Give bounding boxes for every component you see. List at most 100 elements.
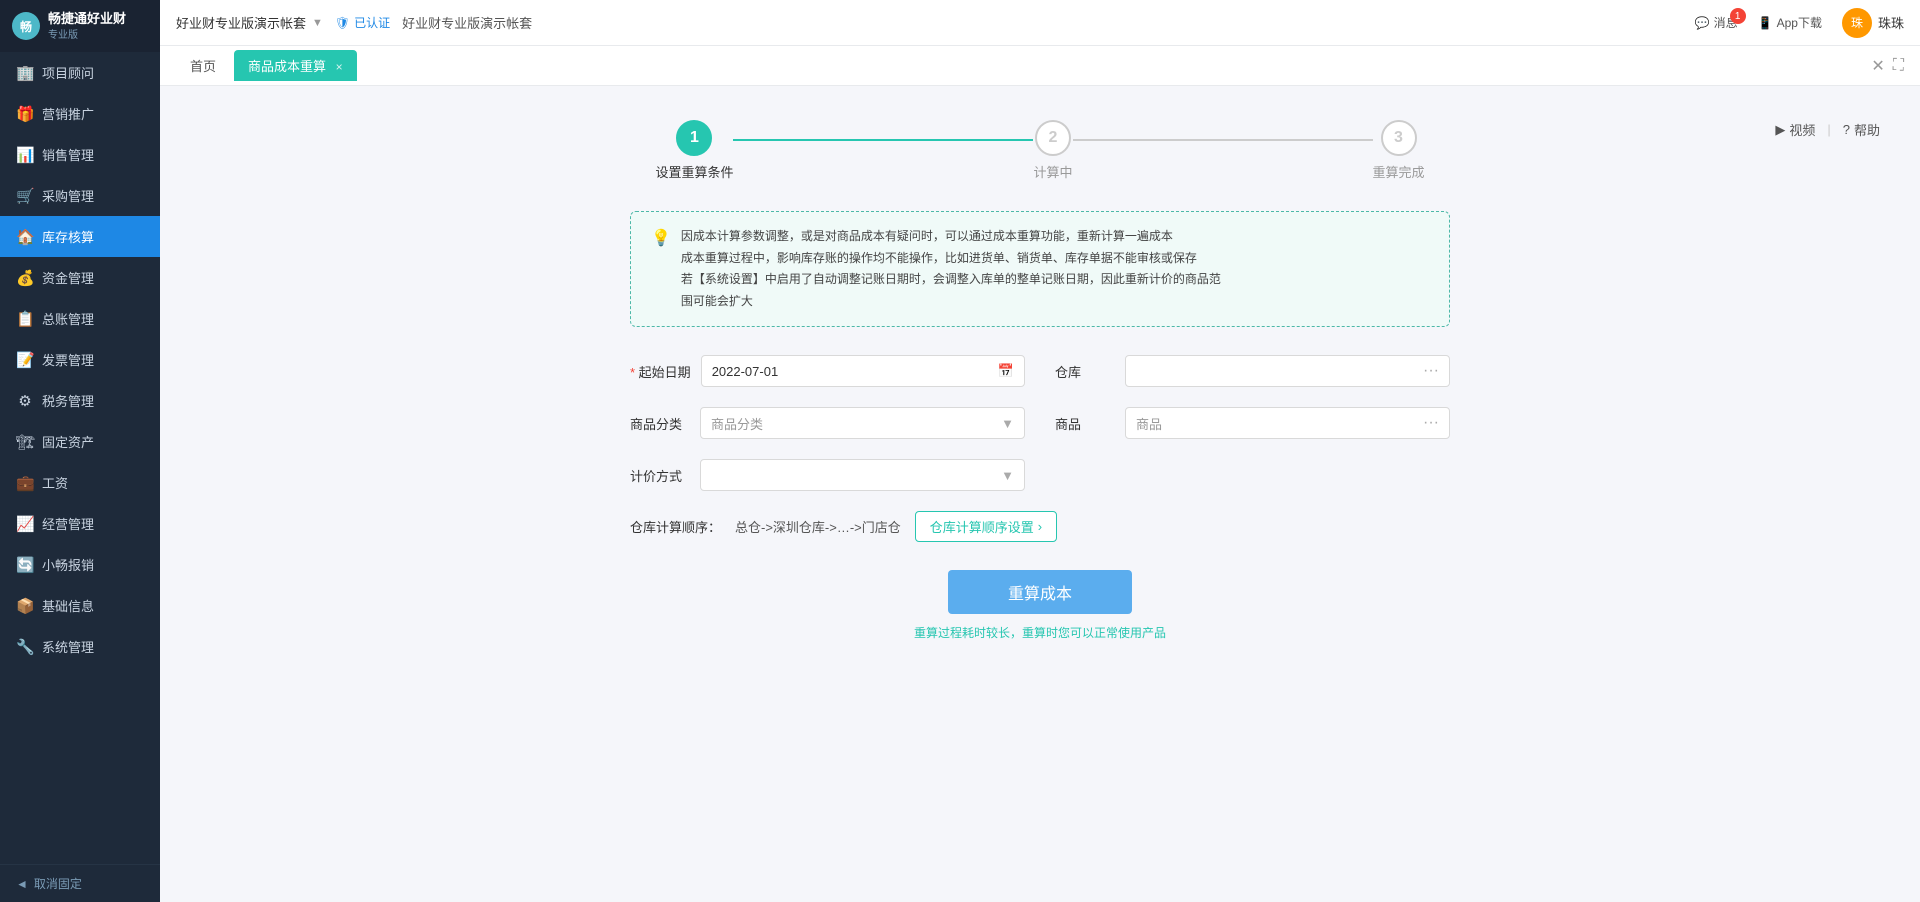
sidebar-item-assets[interactable]: 🏗固定资产 [0, 421, 160, 462]
sidebar: 畅 畅捷通好业财 专业版 🏢项目顾问🎁营销推广📊销售管理 🛒 采购管理 🏠库存核算💰资… [0, 0, 160, 902]
expand-icon[interactable]: ⛶ [1893, 57, 1904, 75]
sidebar-item-label: 总账管理 [42, 309, 94, 328]
sidebar-item-accounting[interactable]: 📋 总账管理 [0, 298, 160, 339]
field-category: 商品分类 商品分类 ▼ [630, 407, 1025, 439]
recalc-note: 重算过程耗时较长，重算时您可以正常使用产品 [630, 624, 1450, 641]
calc-order-label: 仓库计算顺序： [630, 517, 721, 536]
step-3-circle: 3 [1381, 120, 1417, 156]
message-button[interactable]: 💬 消息 1 [1695, 14, 1738, 31]
tab-close-icon[interactable]: × [336, 60, 343, 74]
accounting-icon: 📋 [16, 310, 34, 328]
sidebar-item-salary[interactable]: 💼工资 [0, 462, 160, 503]
category-select[interactable]: 商品分类 ▼ [700, 407, 1025, 439]
step-1-circle: 1 [676, 120, 712, 156]
message-icon: 💬 [1695, 16, 1710, 30]
price-method-label: 计价方式 [630, 466, 690, 485]
content: 1 设置重算条件 2 计算中 3 重算完成 ▶ 视频 | ? [160, 86, 1920, 902]
operations-icon: 📈 [16, 515, 34, 533]
step-help: ▶ 视频 | ? 帮助 [1775, 120, 1880, 139]
sidebar-item-basic[interactable]: 📦 基础信息 [0, 585, 160, 626]
category-placeholder: 商品分类 [711, 414, 763, 433]
app-edition: 专业版 [48, 26, 126, 41]
sidebar-item-purchase[interactable]: 🛒 采购管理 [0, 175, 160, 216]
tab-home[interactable]: 首页 [176, 50, 230, 81]
sidebar-item-sales[interactable]: 📊销售管理 [0, 134, 160, 175]
sidebar-footer[interactable]: ◄ 取消固定 [0, 864, 160, 902]
step-line-2 [1073, 139, 1373, 141]
warehouse-input[interactable]: ··· [1125, 355, 1450, 387]
goods-input[interactable]: 商品 ··· [1125, 407, 1450, 439]
invoice-icon: 📝 [16, 351, 34, 369]
sidebar-item-system[interactable]: 🔧 系统管理 [0, 626, 160, 667]
calc-order-row: 仓库计算顺序： 总仓->深圳仓库->…->门店仓 仓库计算顺序设置 › [630, 511, 1450, 542]
sidebar-item-label: 基础信息 [42, 596, 94, 615]
app-download-label: App下载 [1777, 14, 1822, 31]
step-2-label: 计算中 [1033, 162, 1072, 181]
tab-active-label: 商品成本重算 [248, 59, 326, 74]
avatar: 珠 [1842, 8, 1872, 38]
step-3-label: 重算完成 [1373, 162, 1425, 181]
user-menu[interactable]: 珠 珠珠 [1842, 8, 1904, 38]
sidebar-item-operations[interactable]: 📈 经营管理 [0, 503, 160, 544]
close-icon[interactable]: ✕ [1871, 56, 1884, 76]
topbar: 好业财专业版演示帐套 ▼ 🛡 已认证 好业财专业版演示帐套 💬 消息 1 📱 A… [160, 0, 1920, 46]
sidebar-item-label: 系统管理 [42, 637, 94, 656]
step-2: 2 计算中 [1033, 120, 1072, 181]
inventory-icon: 🏠 [16, 228, 34, 246]
account-name: 好业财专业版演示帐套 [176, 13, 306, 32]
topbar-company: 好业财专业版演示帐套 [402, 13, 532, 32]
form-row-1: 起始日期 2022-07-01 📅 仓库 ··· [630, 355, 1450, 387]
system-icon: 🔧 [16, 638, 34, 656]
app-name: 畅捷通好业财 [48, 11, 126, 27]
sidebar-item-label: 发票管理 [42, 350, 94, 369]
finance-icon: 💰 [16, 269, 34, 287]
app-logo-icon: 畅 [12, 12, 40, 40]
sidebar-item-finance[interactable]: 💰资金管理 [0, 257, 160, 298]
purchase-icon: 🛒 [16, 187, 34, 205]
step-1: 1 设置重算条件 [655, 120, 733, 181]
message-badge: 1 [1730, 8, 1746, 24]
form-row-3: 计价方式 ▼ [630, 459, 1450, 491]
tab-home-label: 首页 [190, 59, 216, 74]
form-row-2: 商品分类 商品分类 ▼ 商品 商品 ··· [630, 407, 1450, 439]
main-area: 好业财专业版演示帐套 ▼ 🛡 已认证 好业财专业版演示帐套 💬 消息 1 📱 A… [160, 0, 1920, 902]
sidebar-item-marketing[interactable]: 🎁营销推广 [0, 93, 160, 134]
calc-order-value: 总仓->深圳仓库->…->门店仓 [735, 517, 901, 536]
video-link[interactable]: ▶ 视频 [1775, 120, 1815, 139]
topbar-account[interactable]: 好业财专业版演示帐套 ▼ [176, 13, 323, 32]
price-method-arrow-icon: ▼ [1001, 468, 1014, 483]
start-date-input[interactable]: 2022-07-01 📅 [701, 355, 1025, 387]
sidebar-item-label: 采购管理 [42, 186, 94, 205]
calc-order-settings-button[interactable]: 仓库计算顺序设置 › [915, 511, 1057, 542]
notice-box: 💡 因成本计算参数调整，或是对商品成本有疑问时，可以通过成本重算功能，重新计算一… [630, 211, 1450, 327]
sidebar-item-expense[interactable]: 🔄小畅报销 [0, 544, 160, 585]
sidebar-item-label: 工资 [42, 473, 68, 492]
topbar-right: 💬 消息 1 📱 App下载 珠 珠珠 [1695, 8, 1904, 38]
app-download-button[interactable]: 📱 App下载 [1758, 14, 1822, 31]
recalc-button[interactable]: 重算成本 [948, 570, 1132, 614]
sidebar-item-inventory[interactable]: 🏠库存核算 [0, 216, 160, 257]
calendar-icon[interactable]: 📅 [998, 363, 1014, 379]
sidebar-item-label: 销售管理 [42, 145, 94, 164]
sidebar-item-label: 营销推广 [42, 104, 94, 123]
sidebar-item-label: 经营管理 [42, 514, 94, 533]
price-method-select[interactable]: ▼ [700, 459, 1025, 491]
sidebar-item-tax[interactable]: ⚙税务管理 [0, 380, 160, 421]
account-dropdown-arrow: ▼ [312, 17, 323, 29]
assets-icon: 🏗 [16, 433, 34, 451]
goods-label: 商品 [1055, 414, 1115, 433]
field-warehouse: 仓库 ··· [1055, 355, 1450, 387]
unpin-icon: ◄ [16, 877, 28, 891]
recalc-wrap: 重算成本 重算过程耗时较长，重算时您可以正常使用产品 [630, 570, 1450, 641]
basic-icon: 📦 [16, 597, 34, 615]
help-link[interactable]: ? 帮助 [1843, 120, 1880, 139]
sidebar-item-project[interactable]: 🏢项目顾问 [0, 52, 160, 93]
sidebar-item-label: 项目顾问 [42, 63, 94, 82]
tab-cost-recalc[interactable]: 商品成本重算 × [234, 50, 357, 81]
sidebar-item-invoice[interactable]: 📝 发票管理 [0, 339, 160, 380]
chevron-right-icon: › [1038, 519, 1042, 534]
warehouse-dots-icon: ··· [1423, 362, 1439, 380]
field-start-date: 起始日期 2022-07-01 📅 [630, 355, 1025, 387]
step-line-1 [733, 139, 1033, 141]
notice-icon: 💡 [651, 228, 671, 312]
